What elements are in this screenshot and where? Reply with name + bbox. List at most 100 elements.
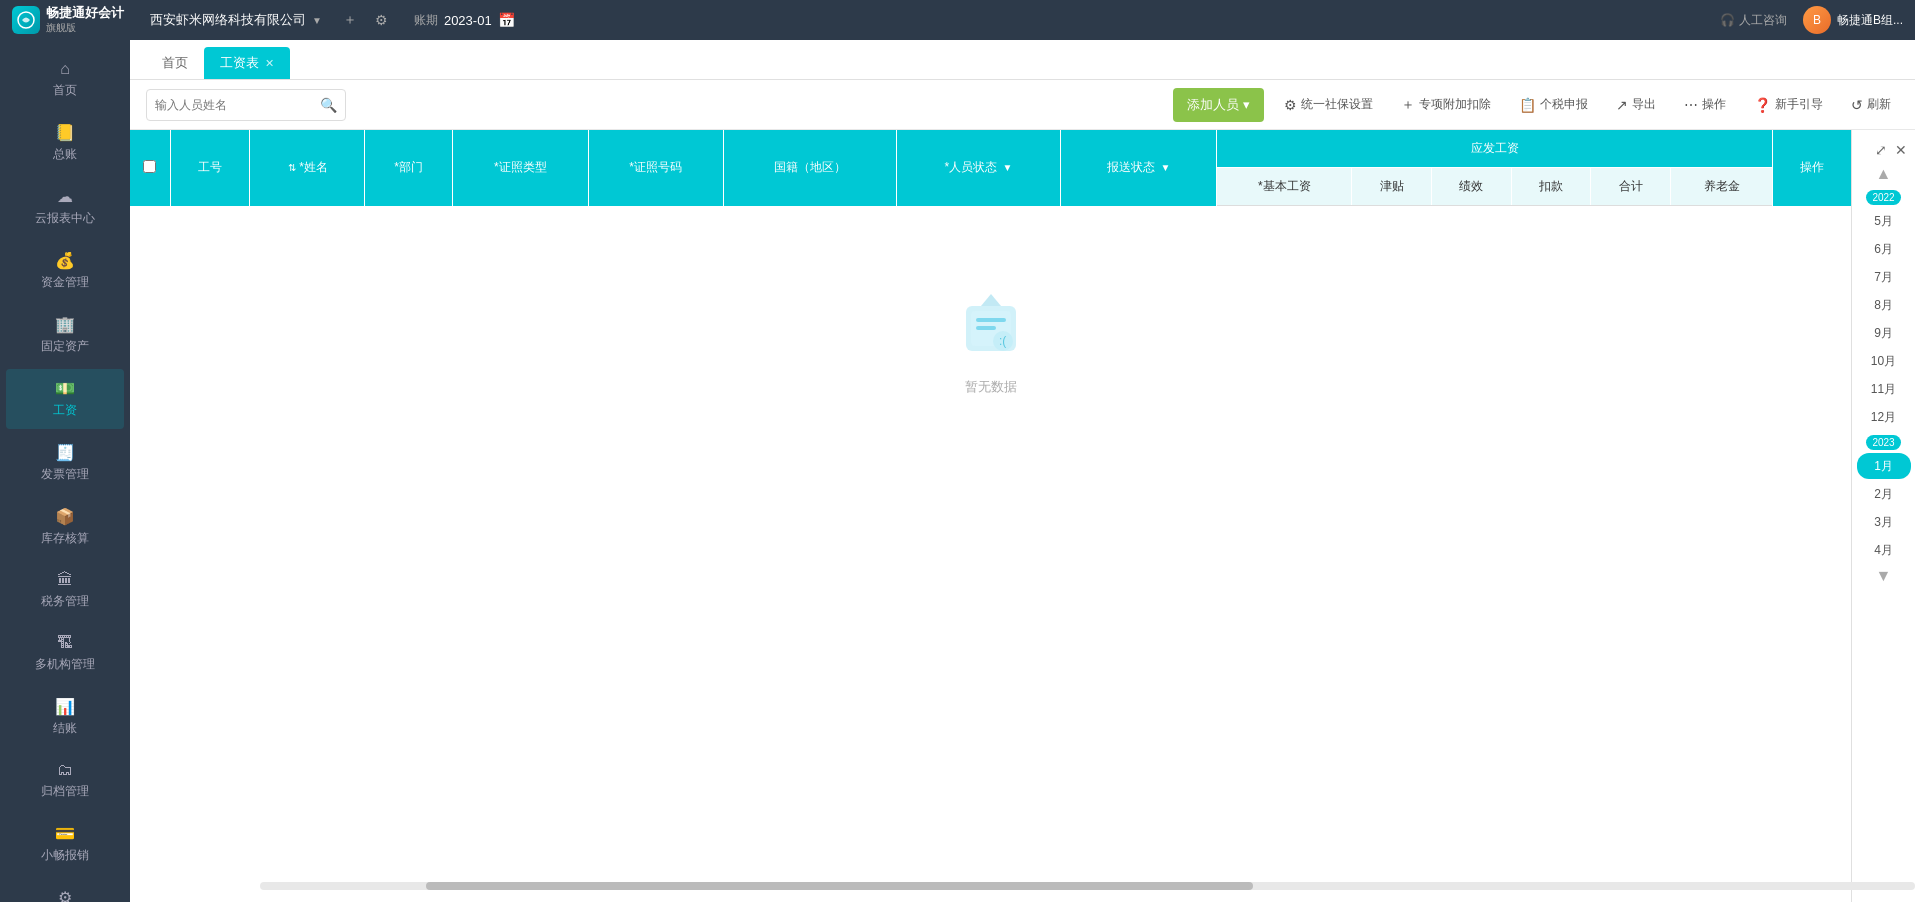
scrollbar-track[interactable]	[260, 882, 1851, 890]
toolbar-action-5[interactable]: ❓ 新手引导	[1746, 92, 1831, 117]
toolbar-action-6[interactable]: ↺ 刷新	[1843, 92, 1899, 117]
close-panel-icon[interactable]: ✕	[1895, 142, 1907, 158]
sidebar-item-归档管理[interactable]: 🗂 归档管理	[6, 751, 124, 810]
sidebar-item-首页[interactable]: ⌂ 首页	[6, 50, 124, 109]
empty-icon: :(	[951, 286, 1031, 366]
tab-首页[interactable]: 首页	[146, 47, 204, 79]
date-month-2022-9月[interactable]: 9月	[1857, 320, 1911, 346]
table-body: :( 暂无数据	[130, 206, 1851, 477]
col-id-no: *证照号码	[588, 130, 723, 206]
app-logo: 畅捷通好会计 旗舰版	[12, 5, 142, 35]
svg-marker-7	[981, 294, 1001, 306]
sidebar-item-多机构管理[interactable]: 🏗 多机构管理	[6, 624, 124, 683]
date-month-2022-12月[interactable]: 12月	[1857, 404, 1911, 430]
toolbar-action-label-3: 导出	[1632, 96, 1656, 113]
col-basic-wage: *基本工资	[1217, 168, 1352, 206]
date-month-2022-8月[interactable]: 8月	[1857, 292, 1911, 318]
sidebar-icon-归档管理: 🗂	[57, 761, 73, 779]
sidebar-item-基础设置[interactable]: ⚙ 基础设置	[6, 878, 124, 902]
date-month-2023-3月[interactable]: 3月	[1857, 509, 1911, 535]
sidebar-item-税务管理[interactable]: 🏛 税务管理	[6, 561, 124, 620]
toolbar-action-1[interactable]: ＋ 专项附加扣除	[1393, 92, 1499, 118]
date-month-2022-10月[interactable]: 10月	[1857, 348, 1911, 374]
year-badge-2022: 2022	[1866, 190, 1900, 205]
toolbar-action-icon-4: ⋯	[1684, 97, 1698, 113]
tab-label: 首页	[162, 54, 188, 72]
settings-icon[interactable]: ⚙	[370, 8, 394, 32]
svg-rect-4	[976, 326, 996, 330]
sort-icon: ⇅	[288, 162, 296, 173]
date-month-2022-5月[interactable]: 5月	[1857, 208, 1911, 234]
sidebar-label-税务管理: 税务管理	[41, 593, 89, 610]
empty-state-row: :( 暂无数据	[130, 206, 1851, 477]
maximize-panel-icon[interactable]: ⤢	[1875, 142, 1887, 158]
sidebar-item-云报表中心[interactable]: ☁ 云报表中心	[6, 177, 124, 237]
col-status: *人员状态 ▼	[896, 130, 1061, 206]
sidebar-item-小畅报销[interactable]: 💳 小畅报销	[6, 814, 124, 874]
data-table: 工号 ⇅ *姓名 *部门 *证照类型 *证照号码 国籍（地区） *人员状态 ▼ …	[130, 130, 1851, 476]
toolbar: 🔍 添加人员 ▾ ⚙ 统一社保设置＋ 专项附加扣除📋 个税申报↗ 导出⋯ 操作❓	[130, 80, 1915, 130]
support-button[interactable]: 🎧 人工咨询	[1720, 12, 1787, 29]
calendar-icon[interactable]: 📅	[498, 12, 515, 28]
headset-icon: 🎧	[1720, 13, 1735, 27]
toolbar-action-3[interactable]: ↗ 导出	[1608, 92, 1664, 117]
add-person-label: 添加人员	[1187, 96, 1239, 114]
sidebar-item-固定资产[interactable]: 🏢 固定资产	[6, 305, 124, 365]
sidebar-item-发票管理[interactable]: 🧾 发票管理	[6, 433, 124, 493]
col-performance: 绩效	[1432, 168, 1512, 206]
sidebar-icon-资金管理: 💰	[55, 251, 75, 270]
tab-bar: 首页工资表✕	[130, 40, 1915, 80]
toolbar-action-0[interactable]: ⚙ 统一社保设置	[1276, 92, 1381, 117]
date-month-2022-11月[interactable]: 11月	[1857, 376, 1911, 402]
date-panel-content: ▲ 2022 5月6月7月8月9月10月11月12月 2023 1月2月3月4月▼	[1852, 162, 1915, 588]
sidebar-item-资金管理[interactable]: 💰 资金管理	[6, 241, 124, 301]
toolbar-action-4[interactable]: ⋯ 操作	[1676, 92, 1734, 117]
sidebar-icon-发票管理: 🧾	[55, 443, 75, 462]
sidebar-label-总账: 总账	[53, 146, 77, 163]
search-input[interactable]	[155, 98, 320, 112]
sidebar-label-首页: 首页	[53, 82, 77, 99]
table-header-row-1: 工号 ⇅ *姓名 *部门 *证照类型 *证照号码 国籍（地区） *人员状态 ▼ …	[130, 130, 1851, 168]
scrollbar-thumb[interactable]	[426, 882, 1254, 890]
sidebar-label-库存核算: 库存核算	[41, 530, 89, 547]
sidebar-item-库存核算[interactable]: 📦 库存核算	[6, 497, 124, 557]
year-badge-2023: 2023	[1866, 435, 1900, 450]
sidebar-item-结账[interactable]: 📊 结账	[6, 687, 124, 747]
add-company-icon[interactable]: ＋	[338, 8, 362, 32]
toolbar-action-label-5: 新手引导	[1775, 96, 1823, 113]
company-selector[interactable]: 西安虾米网络科技有限公司 ▼	[142, 7, 330, 33]
date-month-2023-1月[interactable]: 1月	[1857, 453, 1911, 479]
period-label: 账期	[414, 12, 438, 29]
col-op: 操作	[1772, 130, 1851, 206]
date-month-2022-7月[interactable]: 7月	[1857, 264, 1911, 290]
toolbar-action-label-4: 操作	[1702, 96, 1726, 113]
sidebar-item-工资[interactable]: 💵 工资	[6, 369, 124, 429]
chevron-down-icon: ▼	[312, 15, 322, 26]
period-info: 账期 2023-01 📅	[414, 12, 515, 29]
tab-工资表[interactable]: 工资表✕	[204, 47, 290, 79]
sidebar-label-发票管理: 发票管理	[41, 466, 89, 483]
col-allowance: 津贴	[1352, 168, 1432, 206]
add-person-button[interactable]: 添加人员 ▾	[1173, 88, 1264, 122]
empty-text: 暂无数据	[965, 378, 1017, 396]
sidebar-icon-多机构管理: 🏗	[57, 634, 73, 652]
date-month-2023-2月[interactable]: 2月	[1857, 481, 1911, 507]
date-panel-down-arrow[interactable]: ▼	[1872, 564, 1896, 588]
select-all-checkbox[interactable]	[143, 160, 156, 173]
toolbar-action-2[interactable]: 📋 个税申报	[1511, 92, 1596, 117]
date-month-2023-4月[interactable]: 4月	[1857, 537, 1911, 563]
sidebar-label-云报表中心: 云报表中心	[35, 210, 95, 227]
date-month-2022-6月[interactable]: 6月	[1857, 236, 1911, 262]
sidebar-icon-基础设置: ⚙	[58, 888, 72, 902]
toolbar-action-icon-6: ↺	[1851, 97, 1863, 113]
sidebar-icon-税务管理: 🏛	[57, 571, 73, 589]
col-name: ⇅ *姓名	[250, 130, 365, 206]
date-panel-up-arrow[interactable]: ▲	[1872, 162, 1896, 186]
user-info[interactable]: B 畅捷通B组...	[1803, 6, 1903, 34]
sidebar-item-总账[interactable]: 📒 总账	[6, 113, 124, 173]
sidebar-label-归档管理: 归档管理	[41, 783, 89, 800]
svg-rect-3	[976, 318, 1006, 322]
main-layout: ⌂ 首页📒 总账☁ 云报表中心💰 资金管理🏢 固定资产💵 工资🧾 发票管理📦	[0, 40, 1915, 902]
sidebar-icon-固定资产: 🏢	[55, 315, 75, 334]
tab-close-icon[interactable]: ✕	[265, 57, 274, 70]
